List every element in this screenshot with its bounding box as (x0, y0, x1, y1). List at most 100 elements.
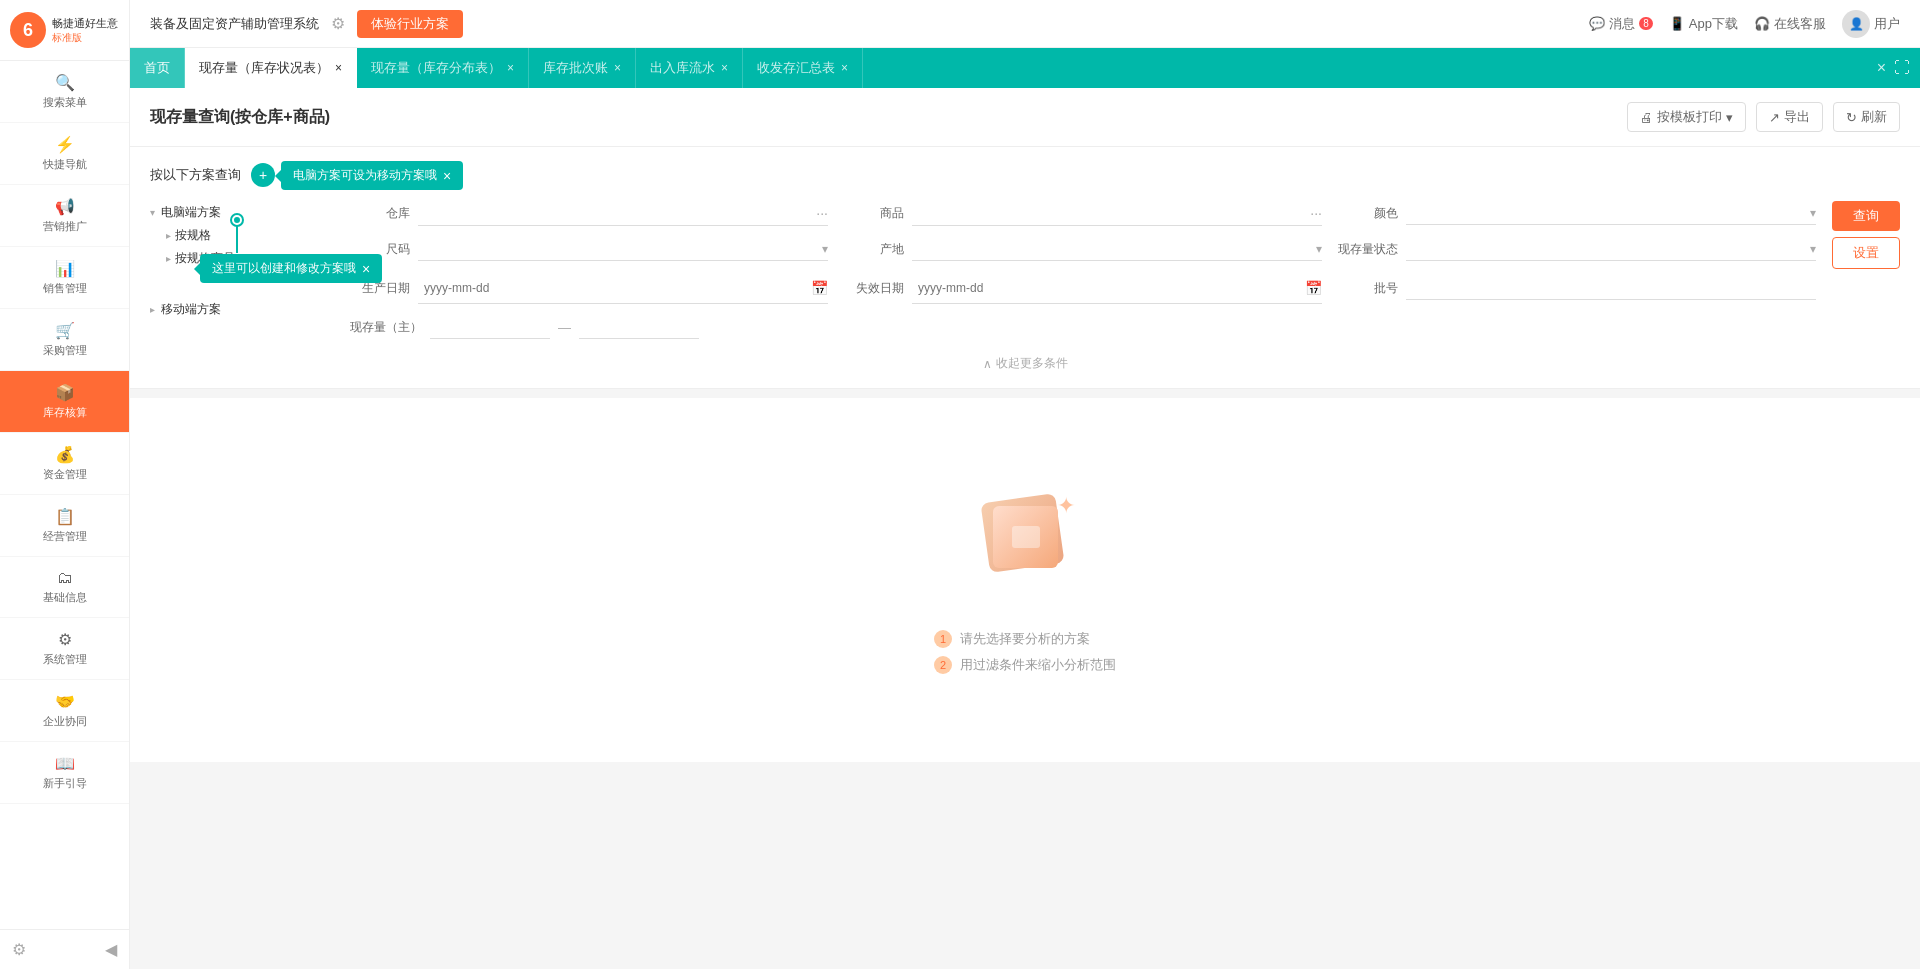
empty-tips: 1 请先选择要分析的方案 2 用过滤条件来缩小分析范围 (934, 630, 1116, 682)
system-icon: ⚙ (58, 630, 72, 649)
tab-close-all-icon[interactable]: × (1877, 59, 1886, 77)
tab-inventory-dist[interactable]: 现存量（库存分布表） × (357, 48, 529, 88)
stock-main-max-input[interactable] (579, 316, 699, 339)
tab-bar-end: × ⛶ (1877, 59, 1920, 77)
sidebar: 6 畅捷通好生意 标准版 🔍 搜索菜单 ⚡ 快捷导航 📢 营销推广 📊 销售管理… (0, 0, 130, 969)
batch-input[interactable] (1406, 277, 1816, 300)
mobile-scheme-label: 移动端方案 (161, 301, 221, 318)
sidebar-item-search[interactable]: 🔍 搜索菜单 (0, 61, 129, 123)
arrow-right-icon: ▸ (150, 304, 155, 315)
stock-status-select[interactable]: ▾ (1406, 238, 1816, 261)
settings-icon[interactable]: ⚙ (12, 940, 26, 959)
purchase-icon: 🛒 (55, 321, 75, 340)
tab-fullscreen-icon[interactable]: ⛶ (1894, 59, 1910, 77)
range-separator: — (558, 320, 571, 335)
tab-close-icon[interactable]: × (614, 61, 621, 75)
exp-date-label: 失效日期 (844, 280, 904, 297)
add-scheme-button[interactable]: + (251, 163, 275, 187)
filter-header: 按以下方案查询 + 电脑方案可设为移动方案哦 × (150, 163, 1900, 187)
tab-in-out-flow[interactable]: 出入库流水 × (636, 48, 743, 88)
sidebar-item-label: 搜索菜单 (43, 95, 87, 110)
sidebar-item-sales[interactable]: 📊 销售管理 (0, 247, 129, 309)
filter-row-4: 现存量（主） — (350, 316, 1816, 339)
filter-fields: 仓库 ··· 商品 ··· (330, 201, 1816, 347)
refresh-button[interactable]: ↻ 刷新 (1833, 102, 1900, 132)
empty-tip-2: 2 用过滤条件来缩小分析范围 (934, 656, 1116, 674)
scheme-area: ▾ 电脑端方案 ▸ 按规格 (150, 201, 1900, 347)
tab-bar: 首页 现存量（库存状况表） × 现存量（库存分布表） × 库存批次账 × 出入库… (130, 48, 1920, 88)
warehouse-more-icon[interactable]: ··· (816, 205, 828, 221)
logo-text: 畅捷通好生意 标准版 (52, 16, 118, 43)
prod-date-input[interactable] (418, 277, 807, 299)
sidebar-item-purchase[interactable]: 🛒 采购管理 (0, 309, 129, 371)
app-download-button[interactable]: 📱 App下载 (1669, 15, 1738, 33)
add-tooltip-close[interactable]: × (443, 168, 451, 184)
calendar-icon[interactable]: 📅 (1305, 280, 1322, 296)
sidebar-item-basic[interactable]: 🗂 基础信息 (0, 557, 129, 618)
tab-receive-summary[interactable]: 收发存汇总表 × (743, 48, 863, 88)
sidebar-item-label: 库存核算 (43, 405, 87, 420)
print-button[interactable]: 🖨 按模板打印 ▾ (1627, 102, 1746, 132)
sidebar-item-guide[interactable]: ⚡ 快捷导航 (0, 123, 129, 185)
tab-close-icon[interactable]: × (841, 61, 848, 75)
trial-button[interactable]: 体验行业方案 (357, 10, 463, 38)
sidebar-item-finance[interactable]: 💰 资金管理 (0, 433, 129, 495)
tab-label: 收发存汇总表 (757, 59, 835, 77)
origin-select[interactable]: ▾ (912, 238, 1322, 261)
goods-label: 商品 (844, 205, 904, 222)
page-title: 现存量查询(按仓库+商品) (150, 107, 330, 128)
empty-tip-1: 1 请先选择要分析的方案 (934, 630, 1116, 648)
message-button[interactable]: 💬 消息 8 (1589, 15, 1653, 33)
sidebar-item-coop[interactable]: 🤝 企业协同 (0, 680, 129, 742)
warehouse-input-container[interactable]: ··· (418, 201, 828, 226)
exp-date-input[interactable] (912, 277, 1301, 299)
calendar-icon[interactable]: 📅 (811, 280, 828, 296)
color-select[interactable]: ▾ (1406, 202, 1816, 225)
marketing-icon: 📢 (55, 197, 75, 216)
tab-close-icon[interactable]: × (721, 61, 728, 75)
service-button[interactable]: 🎧 在线客服 (1754, 15, 1826, 33)
sidebar-item-newbie[interactable]: 📖 新手引导 (0, 742, 129, 804)
tab-close-icon[interactable]: × (335, 61, 342, 75)
export-button[interactable]: ↗ 导出 (1756, 102, 1823, 132)
inventory-icon: 📦 (55, 383, 75, 402)
header-settings-icon[interactable]: ⚙ (331, 14, 345, 33)
field-size: 尺码 ▾ (350, 238, 828, 261)
batch-label: 批号 (1338, 280, 1398, 297)
tab-label: 现存量（库存状况表） (199, 59, 329, 77)
goods-more-icon[interactable]: ··· (1310, 205, 1322, 221)
page-content: 现存量查询(按仓库+商品) 🖨 按模板打印 ▾ ↗ 导出 ↻ 刷新 (130, 88, 1920, 969)
tab-inventory-status[interactable]: 现存量（库存状况表） × (185, 48, 357, 88)
tab-label: 库存批次账 (543, 59, 608, 77)
size-select[interactable]: ▾ (418, 238, 828, 261)
logo-icon: 6 (10, 12, 46, 48)
sidebar-item-system[interactable]: ⚙ 系统管理 (0, 618, 129, 680)
sidebar-item-inventory[interactable]: 📦 库存核算 (0, 371, 129, 433)
edit-tooltip-close[interactable]: × (362, 261, 370, 277)
collapse-button[interactable]: ∧ 收起更多条件 (983, 355, 1068, 372)
sparkle-icon: ✦ (1057, 493, 1075, 519)
mobile-scheme-header[interactable]: ▸ 移动端方案 (150, 298, 330, 321)
tab-home[interactable]: 首页 (130, 48, 185, 88)
finance-icon: 💰 (55, 445, 75, 464)
sidebar-item-label: 系统管理 (43, 652, 87, 667)
field-batch: 批号 (1338, 273, 1816, 304)
set-button[interactable]: 设置 (1832, 237, 1900, 269)
sidebar-item-label: 采购管理 (43, 343, 87, 358)
filter-bottom: ∧ 收起更多条件 (150, 355, 1900, 372)
refresh-icon: ↻ (1846, 110, 1857, 125)
goods-input-container[interactable]: ··· (912, 201, 1322, 226)
tab-batch-ledger[interactable]: 库存批次账 × (529, 48, 636, 88)
collapse-sidebar-icon[interactable]: ◀ (105, 940, 117, 959)
user-button[interactable]: 👤 用户 (1842, 10, 1900, 38)
stock-main-min-input[interactable] (430, 316, 550, 339)
connector-dot (232, 215, 242, 253)
query-button[interactable]: 查询 (1832, 201, 1900, 231)
sidebar-item-marketing[interactable]: 📢 营销推广 (0, 185, 129, 247)
export-icon: ↗ (1769, 110, 1780, 125)
tab-close-icon[interactable]: × (507, 61, 514, 75)
add-tooltip: 电脑方案可设为移动方案哦 × (281, 161, 463, 190)
sidebar-item-ops[interactable]: 📋 经营管理 (0, 495, 129, 557)
avatar: 👤 (1842, 10, 1870, 38)
scheme-sub-item[interactable]: ▸ 按规格 (166, 224, 330, 247)
